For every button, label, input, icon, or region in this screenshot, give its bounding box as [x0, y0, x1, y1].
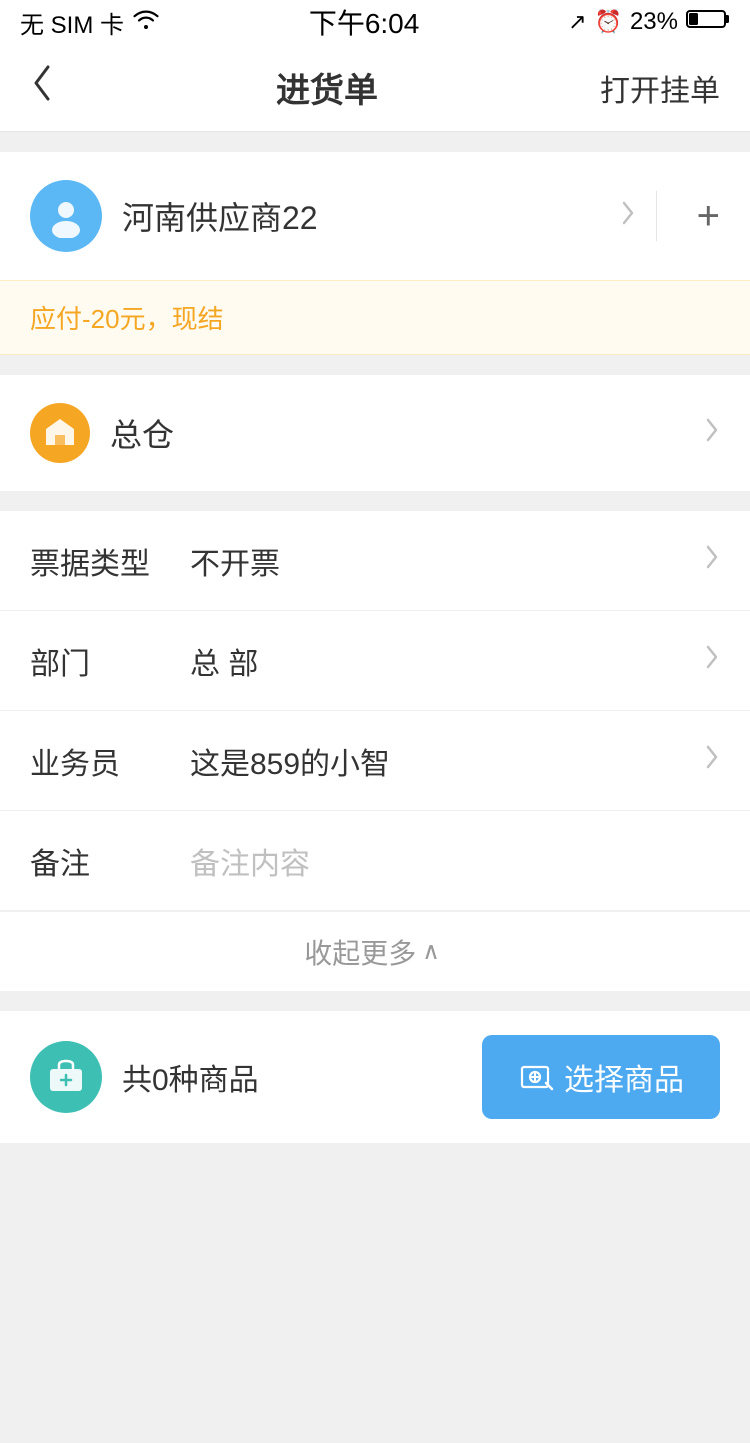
remark-placeholder: 备注内容 [190, 839, 720, 883]
remark-label: 备注 [30, 839, 190, 883]
battery-label: 23% [630, 8, 678, 36]
product-icon-wrap [30, 1041, 102, 1113]
invoice-label: 票据类型 [30, 539, 190, 583]
supplier-divider [656, 191, 657, 241]
warehouse-name: 总仓 [110, 410, 704, 456]
staff-label: 业务员 [30, 739, 190, 783]
invoice-type-row[interactable]: 票据类型 不开票 [0, 511, 750, 611]
staff-row[interactable]: 业务员 这是859的小智 [0, 711, 750, 811]
form-card: 票据类型 不开票 部门 总 部 业务员 这是859的小智 备注 备注内容 [0, 511, 750, 991]
warehouse-icon [30, 403, 90, 463]
section-gap-2 [0, 355, 750, 375]
open-pending-button[interactable]: 打开挂单 [600, 66, 720, 110]
section-gap-1 [0, 132, 750, 152]
collapse-bar[interactable]: 收起更多 ∧ [0, 911, 750, 991]
warehouse-card: 总仓 [0, 375, 750, 491]
status-time: 下午6:04 [309, 2, 420, 42]
department-value: 总 部 [190, 639, 694, 683]
select-product-label: 选择商品 [564, 1055, 684, 1099]
status-right: ↗ ⏰ 23% [568, 8, 730, 37]
collapse-icon: ∧ [422, 937, 440, 966]
product-count: 共0种商品 [122, 1055, 482, 1099]
carrier-label: 无 SIM 卡 [20, 5, 124, 40]
supplier-row[interactable]: 河南供应商22 + [0, 152, 750, 280]
warehouse-row[interactable]: 总仓 [0, 375, 750, 491]
invoice-chevron-icon [704, 543, 720, 578]
nav-bar: 进货单 打开挂单 [0, 44, 750, 132]
alarm-icon: ⏰ [595, 9, 622, 35]
invoice-value: 不开票 [190, 539, 694, 583]
remark-row[interactable]: 备注 备注内容 [0, 811, 750, 911]
department-row[interactable]: 部门 总 部 [0, 611, 750, 711]
supplier-name: 河南供应商22 [122, 193, 620, 239]
battery-icon [686, 8, 730, 37]
supplier-card: 河南供应商22 + 应付-20元，现结 [0, 152, 750, 355]
notice-text: 应付-20元，现结 [30, 304, 224, 334]
wifi-icon [132, 8, 160, 36]
department-chevron-icon [704, 643, 720, 678]
supplier-chevron-icon [620, 199, 636, 234]
status-bar: 无 SIM 卡 下午6:04 ↗ ⏰ 23% [0, 0, 750, 44]
location-icon: ↗ [568, 9, 586, 35]
department-label: 部门 [30, 639, 190, 683]
notice-bar: 应付-20元，现结 [0, 280, 750, 355]
section-gap-3 [0, 491, 750, 511]
collapse-label: 收起更多 [304, 932, 416, 972]
back-button[interactable] [30, 63, 54, 112]
product-bar: 共0种商品 选择商品 [0, 1011, 750, 1143]
warehouse-chevron-icon [704, 416, 720, 451]
staff-value: 这是859的小智 [190, 739, 694, 783]
page-title: 进货单 [276, 63, 378, 112]
add-supplier-button[interactable]: + [697, 194, 720, 239]
staff-chevron-icon [704, 743, 720, 778]
bottom-gray-area [0, 1143, 750, 1443]
select-product-button[interactable]: 选择商品 [482, 1035, 720, 1119]
status-left: 无 SIM 卡 [20, 5, 160, 40]
supplier-avatar [30, 180, 102, 252]
